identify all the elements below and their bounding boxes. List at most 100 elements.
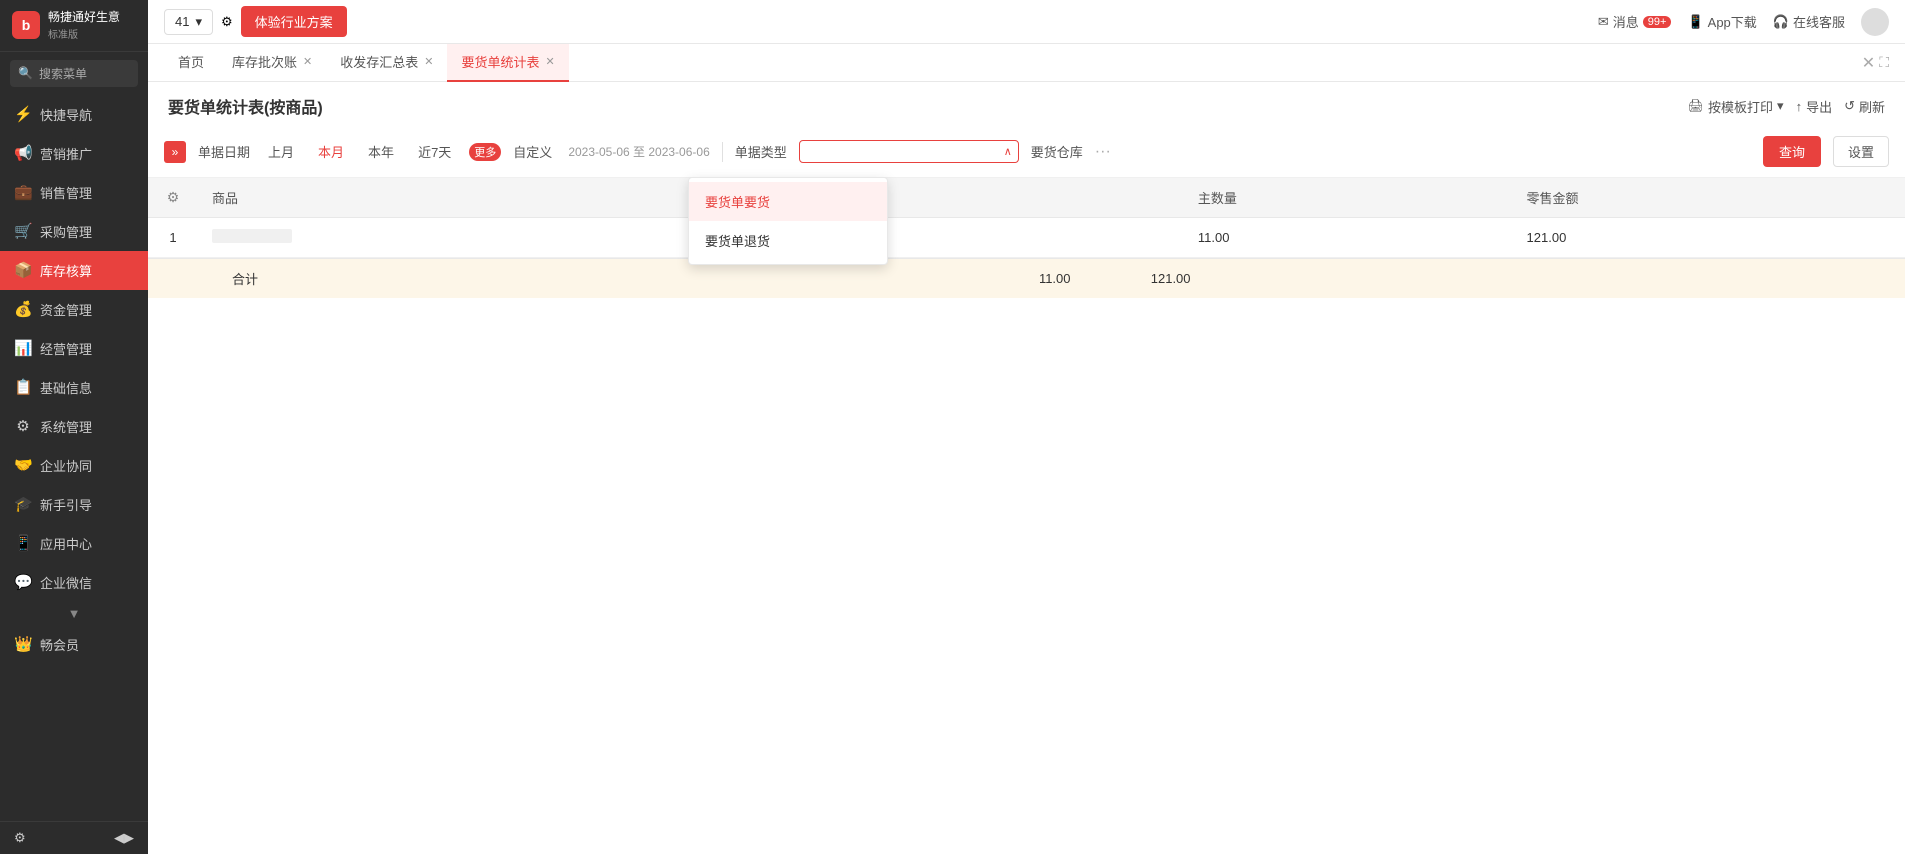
tab-order-stats-close[interactable]: ✕ [546, 55, 555, 68]
sidebar-item-sales[interactable]: 💼 销售管理 [0, 173, 148, 212]
sidebar-item-operations[interactable]: 📊 经营管理 [0, 329, 148, 368]
sidebar-item-quicknav[interactable]: ⚡ 快捷导航 [0, 95, 148, 134]
sidebar-item-member[interactable]: 👑 畅会员 [0, 625, 148, 664]
date-last-month-btn[interactable]: 上月 [262, 140, 300, 163]
date-more-badge[interactable]: 更多 [469, 143, 501, 161]
sidebar-item-label: 新手引导 [40, 495, 92, 514]
main-area: 41 ▾ ⚙ 体验行业方案 ✉ 消息 99+ 📱 App下载 🎧 在线客服 [148, 0, 1905, 854]
user-avatar[interactable] [1861, 8, 1889, 36]
logo-version: 标准版 [48, 26, 120, 41]
type-filter-input-wrapper[interactable]: ∧ [799, 140, 1019, 163]
page-header: 要货单统计表(按商品) 🖨 按模板打印 ▾ ↑ 导出 ↺ 刷新 [148, 82, 1905, 126]
sidebar-item-enterprise[interactable]: 🤝 企业协同 [0, 446, 148, 485]
query-button[interactable]: 查询 [1763, 136, 1821, 167]
sidebar-item-basics[interactable]: 📋 基础信息 [0, 368, 148, 407]
sidebar-item-label: 库存核算 [40, 261, 92, 280]
sidebar-item-label: 经营管理 [40, 339, 92, 358]
logo: b 畅捷通好生意 标准版 [0, 0, 148, 52]
online-service-label: 在线客服 [1793, 12, 1845, 31]
logo-text: 畅捷通好生意 [48, 10, 120, 26]
filter-expand-btn[interactable]: » [164, 141, 186, 163]
messages-label: 消息 [1613, 12, 1639, 31]
page-content: 要货单统计表(按商品) 🖨 按模板打印 ▾ ↑ 导出 ↺ 刷新 [148, 82, 1905, 854]
cell-index: 1 [148, 218, 198, 258]
date-custom-btn[interactable]: 自定义 [513, 142, 552, 161]
print-btn[interactable]: 🖨 按模板打印 ▾ [1688, 97, 1784, 116]
close-all-tabs-icon[interactable]: ✕ [1862, 53, 1875, 73]
table-row: 1 块 11.00 121.00 [148, 218, 1905, 258]
tab-order-stats[interactable]: 要货单统计表 ✕ [447, 44, 568, 82]
tab-inventory-batch[interactable]: 库存批次账 ✕ [218, 44, 326, 82]
tab-inventory-batch-close[interactable]: ✕ [303, 55, 312, 68]
sidebar-item-appstore[interactable]: 📱 应用中心 [0, 524, 148, 563]
date-filter-label: 单据日期 [198, 142, 250, 161]
sidebar-item-marketing[interactable]: 📢 营销推广 [0, 134, 148, 173]
page-actions: 🖨 按模板打印 ▾ ↑ 导出 ↺ 刷新 [1688, 97, 1886, 116]
table-header-row: ⚙ 商品 主计量单位 主数量 零售金额 [148, 178, 1905, 218]
app-download-label: App下载 [1708, 12, 1757, 31]
warehouse-filter-dots[interactable]: ··· [1095, 143, 1111, 161]
type-filter-up-arrow[interactable]: ∧ [1004, 145, 1012, 158]
enterprise-icon: 🤝 [14, 456, 32, 474]
table-footer: 合计 11.00 121.00 [148, 258, 1905, 298]
sidebar-nav: ⚡ 快捷导航 📢 营销推广 💼 销售管理 🛒 采购管理 📦 库存核算 💰 资金管… [0, 95, 148, 821]
sales-icon: 💼 [14, 183, 32, 201]
sidebar-item-system[interactable]: ⚙ 系统管理 [0, 407, 148, 446]
cell-amount: 121.00 [1513, 218, 1905, 258]
tab-home-label: 首页 [178, 52, 204, 71]
inventory-icon: 📦 [14, 261, 32, 279]
tabs-bar: 首页 库存批次账 ✕ 收发存汇总表 ✕ 要货单统计表 ✕ ✕ ⛶ [148, 44, 1905, 82]
settings-icon[interactable]: ⚙ [14, 830, 26, 846]
sidebar-item-finance[interactable]: 💰 资金管理 [0, 290, 148, 329]
finance-icon: 💰 [14, 300, 32, 318]
col-gear[interactable]: ⚙ [148, 178, 198, 218]
refresh-btn[interactable]: ↺ 刷新 [1844, 97, 1885, 116]
sidebar-item-inventory[interactable]: 📦 库存核算 [0, 251, 148, 290]
cell-qty: 11.00 [1184, 218, 1513, 258]
filter-settings-button[interactable]: 设置 [1833, 136, 1889, 167]
tab-stock-summary[interactable]: 收发存汇总表 ✕ [326, 44, 447, 82]
sidebar-item-label: 资金管理 [40, 300, 92, 319]
wecom-icon: 💬 [14, 573, 32, 591]
operations-icon: 📊 [14, 339, 32, 357]
type-filter-input[interactable] [806, 144, 1000, 159]
export-btn[interactable]: ↑ 导出 [1796, 97, 1833, 116]
collapse-icon[interactable]: ◀▶ [114, 830, 134, 846]
tab-stock-summary-close[interactable]: ✕ [424, 55, 433, 68]
expand-tabs-icon[interactable]: ⛶ [1879, 54, 1889, 71]
headset-icon: 🎧 [1773, 14, 1789, 30]
dropdown-item-order-return[interactable]: 要货单退货 [689, 221, 887, 260]
sidebar-item-label: 销售管理 [40, 183, 92, 202]
sidebar-item-label: 畅会员 [40, 635, 79, 654]
topbar-settings-icon[interactable]: ⚙ [221, 14, 233, 30]
store-selector[interactable]: 41 ▾ [164, 9, 213, 35]
purchase-icon: 🛒 [14, 222, 32, 240]
sidebar-scroll-down[interactable]: ▼ [0, 602, 148, 625]
sidebar-item-label: 企业微信 [40, 573, 92, 592]
tab-home[interactable]: 首页 [164, 44, 218, 82]
messages-btn[interactable]: ✉ 消息 99+ [1598, 12, 1672, 31]
trial-button[interactable]: 体验行业方案 [241, 6, 347, 37]
search-label: 搜索菜单 [39, 65, 87, 82]
date-last-7days-btn[interactable]: 近7天 [412, 140, 457, 163]
basics-icon: 📋 [14, 378, 32, 396]
sidebar-item-wecom[interactable]: 💬 企业微信 [0, 563, 148, 602]
tab-stock-summary-label: 收发存汇总表 [340, 52, 418, 71]
tab-inventory-batch-label: 库存批次账 [232, 52, 297, 71]
app-download-btn[interactable]: 📱 App下载 [1687, 12, 1756, 31]
export-label: 导出 [1806, 97, 1832, 116]
dropdown-item-order-goods[interactable]: 要货单要货 [689, 182, 887, 221]
date-this-year-btn[interactable]: 本年 [362, 140, 400, 163]
cell-product [198, 218, 728, 258]
sidebar: b 畅捷通好生意 标准版 🔍 搜索菜单 ⚡ 快捷导航 📢 营销推广 💼 销售管理… [0, 0, 148, 854]
type-dropdown: 要货单要货 要货单退货 [688, 177, 888, 265]
sidebar-item-newbie[interactable]: 🎓 新手引导 [0, 485, 148, 524]
online-service-btn[interactable]: 🎧 在线客服 [1773, 12, 1845, 31]
sidebar-item-label: 快捷导航 [40, 105, 92, 124]
date-this-month-btn[interactable]: 本月 [312, 140, 350, 163]
column-settings-icon[interactable]: ⚙ [167, 189, 180, 205]
sidebar-item-purchase[interactable]: 🛒 采购管理 [0, 212, 148, 251]
sidebar-search[interactable]: 🔍 搜索菜单 [10, 60, 138, 87]
refresh-label: 刷新 [1859, 97, 1885, 116]
store-name: 41 [175, 14, 189, 29]
